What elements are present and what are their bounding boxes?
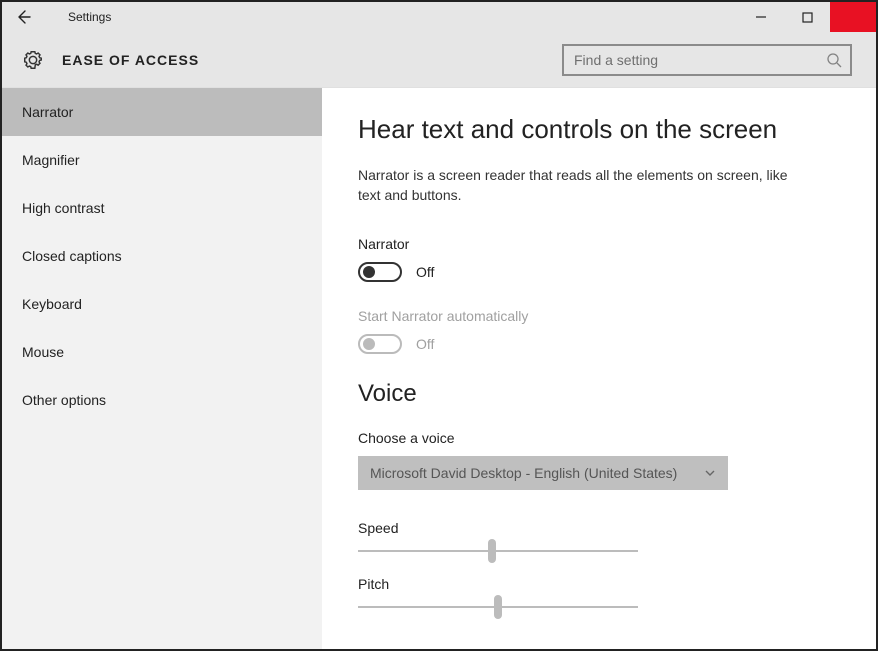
sidebar-item-mouse[interactable]: Mouse	[2, 328, 322, 376]
gear-icon	[22, 49, 44, 71]
pitch-slider[interactable]	[358, 606, 638, 608]
search-box[interactable]	[562, 44, 852, 76]
speed-slider[interactable]	[358, 550, 638, 552]
chevron-down-icon	[704, 467, 716, 479]
sidebar-item-keyboard[interactable]: Keyboard	[2, 280, 322, 328]
arrow-left-icon	[15, 9, 31, 25]
narrator-toggle-label: Narrator	[358, 236, 836, 252]
pitch-slider-thumb[interactable]	[494, 595, 502, 619]
auto-start-toggle-state: Off	[416, 336, 434, 352]
auto-start-toggle	[358, 334, 402, 354]
search-input[interactable]	[574, 52, 826, 68]
settings-window: Settings EASE OF ACCESS	[0, 0, 878, 651]
toggle-knob	[363, 266, 375, 278]
sidebar-item-label: Narrator	[22, 104, 73, 120]
category-header: EASE OF ACCESS	[2, 32, 876, 88]
pitch-label: Pitch	[358, 576, 836, 592]
narrator-toggle-state: Off	[416, 264, 434, 280]
titlebar: Settings	[2, 2, 876, 32]
voice-heading: Voice	[358, 380, 836, 408]
narrator-toggle-row: Off	[358, 262, 836, 282]
narrator-toggle[interactable]	[358, 262, 402, 282]
body: Narrator Magnifier High contrast Closed …	[2, 88, 876, 649]
sidebar-item-label: Magnifier	[22, 152, 80, 168]
sidebar-item-closed-captions[interactable]: Closed captions	[2, 232, 322, 280]
sidebar-item-label: Other options	[22, 392, 106, 408]
speed-label: Speed	[358, 520, 836, 536]
page-description: Narrator is a screen reader that reads a…	[358, 165, 788, 206]
auto-start-toggle-row: Off	[358, 334, 836, 354]
auto-start-toggle-label: Start Narrator automatically	[358, 308, 836, 324]
speed-slider-block: Speed	[358, 520, 836, 552]
category-title: EASE OF ACCESS	[62, 52, 199, 68]
sidebar-item-label: High contrast	[22, 200, 104, 216]
sidebar-item-magnifier[interactable]: Magnifier	[2, 136, 322, 184]
sidebar-item-high-contrast[interactable]: High contrast	[2, 184, 322, 232]
sidebar-item-narrator[interactable]: Narrator	[2, 88, 322, 136]
search-icon	[826, 52, 842, 68]
choose-voice-value: Microsoft David Desktop - English (Unite…	[370, 465, 677, 481]
content-pane: Hear text and controls on the screen Nar…	[322, 88, 876, 649]
window-controls	[738, 2, 876, 32]
sidebar-item-label: Closed captions	[22, 248, 122, 264]
speed-slider-thumb[interactable]	[488, 539, 496, 563]
sidebar-item-label: Keyboard	[22, 296, 82, 312]
page-heading: Hear text and controls on the screen	[358, 114, 836, 145]
choose-voice-dropdown[interactable]: Microsoft David Desktop - English (Unite…	[358, 456, 728, 490]
back-button[interactable]	[2, 2, 44, 32]
minimize-icon	[755, 11, 767, 23]
minimize-button[interactable]	[738, 2, 784, 32]
maximize-button[interactable]	[784, 2, 830, 32]
choose-voice-label: Choose a voice	[358, 430, 836, 446]
window-title: Settings	[68, 10, 111, 24]
sidebar-item-other-options[interactable]: Other options	[2, 376, 322, 424]
maximize-icon	[802, 12, 813, 23]
pitch-slider-block: Pitch	[358, 576, 836, 608]
header-left: EASE OF ACCESS	[22, 49, 199, 71]
sidebar-item-label: Mouse	[22, 344, 64, 360]
toggle-knob	[363, 338, 375, 350]
sidebar: Narrator Magnifier High contrast Closed …	[2, 88, 322, 649]
close-button[interactable]	[830, 2, 876, 32]
